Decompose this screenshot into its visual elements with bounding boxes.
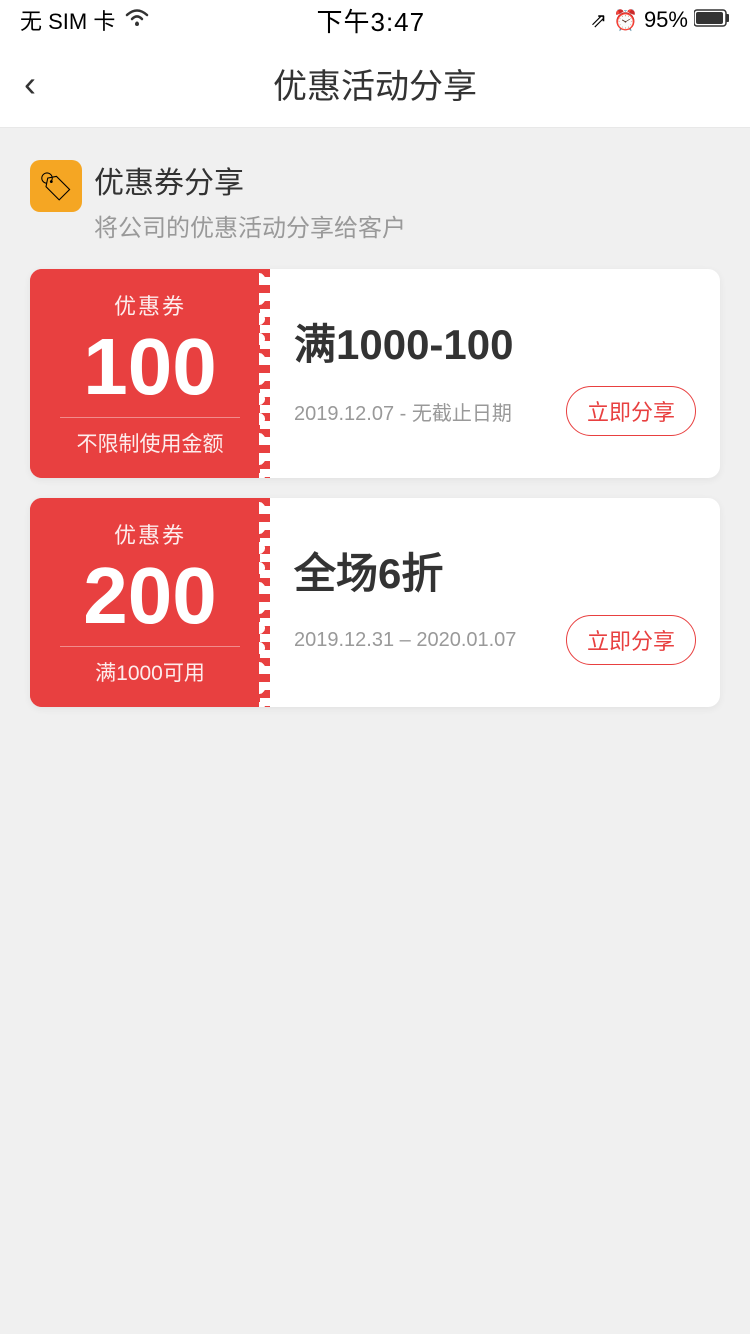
coupon-title-1: 全场6折 xyxy=(294,540,696,601)
coupon-left-area: 优惠券 200 满1000可用 xyxy=(30,498,270,707)
coupon-title-0: 满1000-100 xyxy=(294,311,696,372)
coupon-condition-1: 满1000可用 xyxy=(95,657,205,687)
coupon-divider xyxy=(60,646,240,647)
coupon-amount-1: 200 xyxy=(83,556,216,636)
section-header: 🏷 优惠券分享 将公司的优惠活动分享给客户 xyxy=(0,128,750,259)
coupon-label-1: 优惠券 xyxy=(114,518,186,550)
coupon-date-1: 2019.12.31 – 2020.01.07 xyxy=(294,629,516,652)
wifi-icon xyxy=(123,6,151,34)
section-heading: 优惠券分享 xyxy=(94,158,406,202)
coupons-list: 优惠券 100 不限制使用金额 满1000-100 2019.12.07 - 无… xyxy=(0,259,750,737)
status-left: 无 SIM 卡 xyxy=(20,4,151,36)
coupon-label-0: 优惠券 xyxy=(114,289,186,321)
coupon-stub: 优惠券 200 满1000可用 xyxy=(30,498,270,707)
status-right: ⇗ ⏰ 95% xyxy=(590,7,730,33)
share-button-1[interactable]: 立即分享 xyxy=(566,615,696,665)
coupon-amount-0: 100 xyxy=(83,327,216,407)
share-button-0[interactable]: 立即分享 xyxy=(566,386,696,436)
coupon-divider xyxy=(60,417,240,418)
coupon-stub: 优惠券 100 不限制使用金额 xyxy=(30,269,270,478)
coupon-condition-0: 不限制使用金额 xyxy=(77,428,224,458)
status-bar: 无 SIM 卡 下午3:47 ⇗ ⏰ 95% xyxy=(0,0,750,40)
section-icon: 🏷 xyxy=(30,160,82,212)
section-description: 将公司的优惠活动分享给客户 xyxy=(94,208,406,243)
page-title: 优惠活动分享 xyxy=(273,59,477,108)
battery-icon xyxy=(694,7,730,33)
back-button[interactable]: ‹ xyxy=(24,63,36,105)
location-icon: ⇗ xyxy=(590,8,607,33)
coupon-card: 优惠券 200 满1000可用 全场6折 2019.12.31 – 2020.0… xyxy=(30,498,720,707)
status-time: 下午3:47 xyxy=(317,2,426,39)
coupon-meta-1: 2019.12.31 – 2020.01.07 立即分享 xyxy=(294,615,696,665)
coupon-detail: 满1000-100 2019.12.07 - 无截止日期 立即分享 xyxy=(270,269,720,478)
coupon-left-area: 优惠券 100 不限制使用金额 xyxy=(30,269,270,478)
section-text: 优惠券分享 将公司的优惠活动分享给客户 xyxy=(94,158,406,243)
coupon-detail: 全场6折 2019.12.31 – 2020.01.07 立即分享 xyxy=(270,498,720,707)
empty-area xyxy=(0,737,750,1237)
coupon-card: 优惠券 100 不限制使用金额 满1000-100 2019.12.07 - 无… xyxy=(30,269,720,478)
battery-text: 95% xyxy=(644,7,688,33)
alarm-icon: ⏰ xyxy=(613,8,638,33)
carrier-text: 无 SIM 卡 xyxy=(20,4,115,36)
coupon-meta-0: 2019.12.07 - 无截止日期 立即分享 xyxy=(294,386,696,436)
nav-bar: ‹ 优惠活动分享 xyxy=(0,40,750,128)
coupon-date-0: 2019.12.07 - 无截止日期 xyxy=(294,397,512,426)
